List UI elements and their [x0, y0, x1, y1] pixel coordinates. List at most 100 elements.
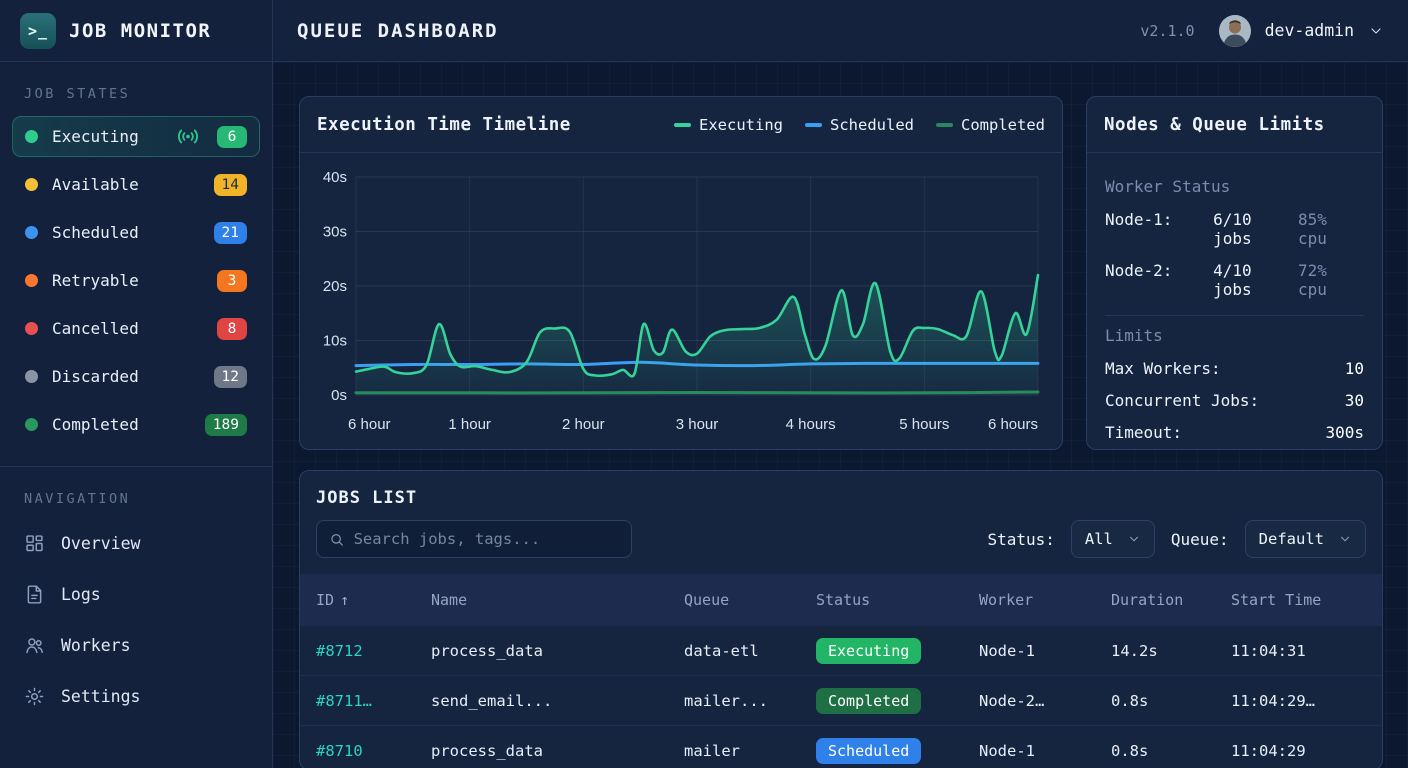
job-queue: mailer... [684, 691, 768, 710]
topbar: QUEUE DASHBOARD v2.1.0 dev-admin [273, 0, 1408, 62]
job-id-link[interactable]: #8711… [300, 692, 415, 710]
job-worker: Node-2… [979, 691, 1045, 710]
state-label: Executing [52, 127, 139, 146]
svg-text:0s: 0s [331, 387, 347, 404]
state-dot-icon [25, 130, 38, 143]
terminal-icon: >_ [20, 12, 56, 49]
execution-time-panel: Execution Time Timeline Executing Schedu… [299, 96, 1063, 450]
svg-text:4 hours: 4 hours [786, 416, 836, 433]
avatar[interactable] [1218, 14, 1251, 47]
state-label: Available [52, 175, 139, 194]
sidebar-job-state-available[interactable]: Available 14 [12, 164, 260, 205]
sidebar-job-state-retryable[interactable]: Retryable 3 [12, 260, 260, 301]
column-header-queue[interactable]: Queue [668, 591, 800, 609]
column-header-id[interactable]: ID ↑ [300, 591, 415, 609]
state-dot-icon [25, 274, 38, 287]
job-duration: 14.2s [1111, 641, 1158, 660]
state-label: Discarded [52, 367, 139, 386]
chevron-down-icon[interactable] [1368, 23, 1384, 39]
column-header-worker[interactable]: Worker [963, 591, 1095, 609]
worker-status-row: Node-2: 4/10 jobs 72% cpu [1105, 261, 1364, 299]
column-header-status[interactable]: Status [800, 591, 963, 609]
grid-icon [24, 533, 46, 554]
state-label: Cancelled [52, 319, 139, 338]
legend-label: Scheduled [830, 115, 914, 134]
state-count-badge: 8 [217, 317, 247, 340]
worker-name: Node-2: [1105, 261, 1173, 280]
app-root: >_ JOB MONITOR JOB STATES Executing 6 Av… [0, 0, 1408, 768]
limit-value: 10 [1344, 359, 1364, 378]
version-label: v2.1.0 [1140, 21, 1195, 40]
job-id-link[interactable]: #8710 [300, 742, 415, 760]
column-header-duration[interactable]: Duration [1095, 591, 1215, 609]
job-id-link[interactable]: #8712 [300, 642, 415, 660]
job-queue: data-etl [684, 641, 759, 660]
svg-text:10s: 10s [323, 333, 347, 350]
state-label: Retryable [52, 271, 139, 290]
app-title: JOB MONITOR [69, 19, 212, 42]
page-title: QUEUE DASHBOARD [297, 19, 499, 42]
sidebar-job-state-cancelled[interactable]: Cancelled 8 [12, 308, 260, 349]
queue-filter-dropdown[interactable]: Default [1244, 520, 1366, 558]
state-dot-icon [25, 226, 38, 239]
worker-name: Node-1: [1105, 210, 1173, 229]
state-count-badge: 189 [204, 413, 247, 436]
job-name: process_data [431, 741, 543, 760]
column-header-name[interactable]: Name [415, 591, 668, 609]
limit-value: 300s [1325, 423, 1364, 442]
sidebar-item-overview[interactable]: Overview [12, 521, 260, 565]
logo: >_ JOB MONITOR [0, 0, 272, 62]
table-row[interactable]: #8711… send_email... mailer... Completed… [300, 676, 1382, 726]
limit-value: 30 [1344, 391, 1364, 410]
sidebar-job-state-completed[interactable]: Completed 189 [12, 404, 260, 445]
jobs-list-title: JOBS LIST [316, 488, 418, 508]
worker-status-row: Node-1: 6/10 jobs 85% cpu [1105, 210, 1364, 248]
queue-filter-label: Queue: [1170, 529, 1229, 549]
sidebar-job-state-discarded[interactable]: Discarded 12 [12, 356, 260, 397]
sort-arrow-icon: ↑ [340, 591, 350, 609]
limit-label: Concurrent Jobs: [1105, 391, 1260, 410]
search-input[interactable] [353, 530, 619, 548]
svg-text:1 hour: 1 hour [448, 416, 491, 433]
nodes-divider [1105, 315, 1364, 316]
navigation-list: Overview Logs Workers Settings [0, 521, 272, 725]
chart-legend: Executing Scheduled Completed [674, 116, 1045, 134]
chevron-down-icon [1341, 536, 1349, 542]
job-name: process_data [431, 641, 543, 660]
status-filter-dropdown[interactable]: All [1070, 520, 1155, 558]
job-queue: mailer [684, 741, 740, 760]
job-start-time: 11:04:29… [1231, 691, 1315, 710]
worker-cpu: 85% cpu [1297, 210, 1327, 248]
legend-dash-icon [674, 122, 691, 127]
nav-label: Settings [61, 686, 141, 706]
job-worker: Node-1 [979, 741, 1035, 760]
table-row[interactable]: #8712 process_data data-etl Executing No… [300, 626, 1382, 676]
limits-list: Max Workers: 10 Concurrent Jobs: 30 Time… [1105, 359, 1364, 442]
sidebar-item-logs[interactable]: Logs [12, 572, 260, 616]
worker-cpu: 72% cpu [1297, 261, 1327, 299]
limits-heading: Limits [1105, 326, 1163, 345]
limit-label: Timeout: [1105, 423, 1183, 442]
worker-status-heading: Worker Status [1105, 177, 1231, 196]
job-start-time: 11:04:31 [1231, 641, 1306, 660]
nav-label: Logs [61, 584, 101, 604]
chevron-down-icon [1129, 536, 1138, 542]
svg-text:3 hour: 3 hour [676, 416, 719, 433]
sidebar-item-settings[interactable]: Settings [12, 674, 260, 718]
state-count-badge: 14 [213, 173, 247, 196]
users-icon [24, 635, 46, 656]
sidebar-item-workers[interactable]: Workers [12, 623, 260, 667]
table-row[interactable]: #8710 process_data mailer Scheduled Node… [300, 726, 1382, 768]
worker-jobs: 4/10 jobs [1213, 261, 1252, 299]
svg-text:6 hour: 6 hour [348, 416, 391, 433]
live-broadcast-icon [178, 129, 198, 144]
state-count-badge: 3 [217, 269, 247, 292]
legend-item: Executing [674, 116, 783, 134]
column-header-start-time[interactable]: Start Time [1215, 591, 1382, 609]
svg-text:5 hours: 5 hours [899, 416, 949, 433]
search-icon [331, 533, 343, 546]
job-duration: 0.8s [1111, 741, 1149, 760]
sidebar-job-state-executing[interactable]: Executing 6 [12, 116, 260, 157]
sidebar-job-state-scheduled[interactable]: Scheduled 21 [12, 212, 260, 253]
user-menu-label[interactable]: dev-admin [1265, 21, 1354, 40]
